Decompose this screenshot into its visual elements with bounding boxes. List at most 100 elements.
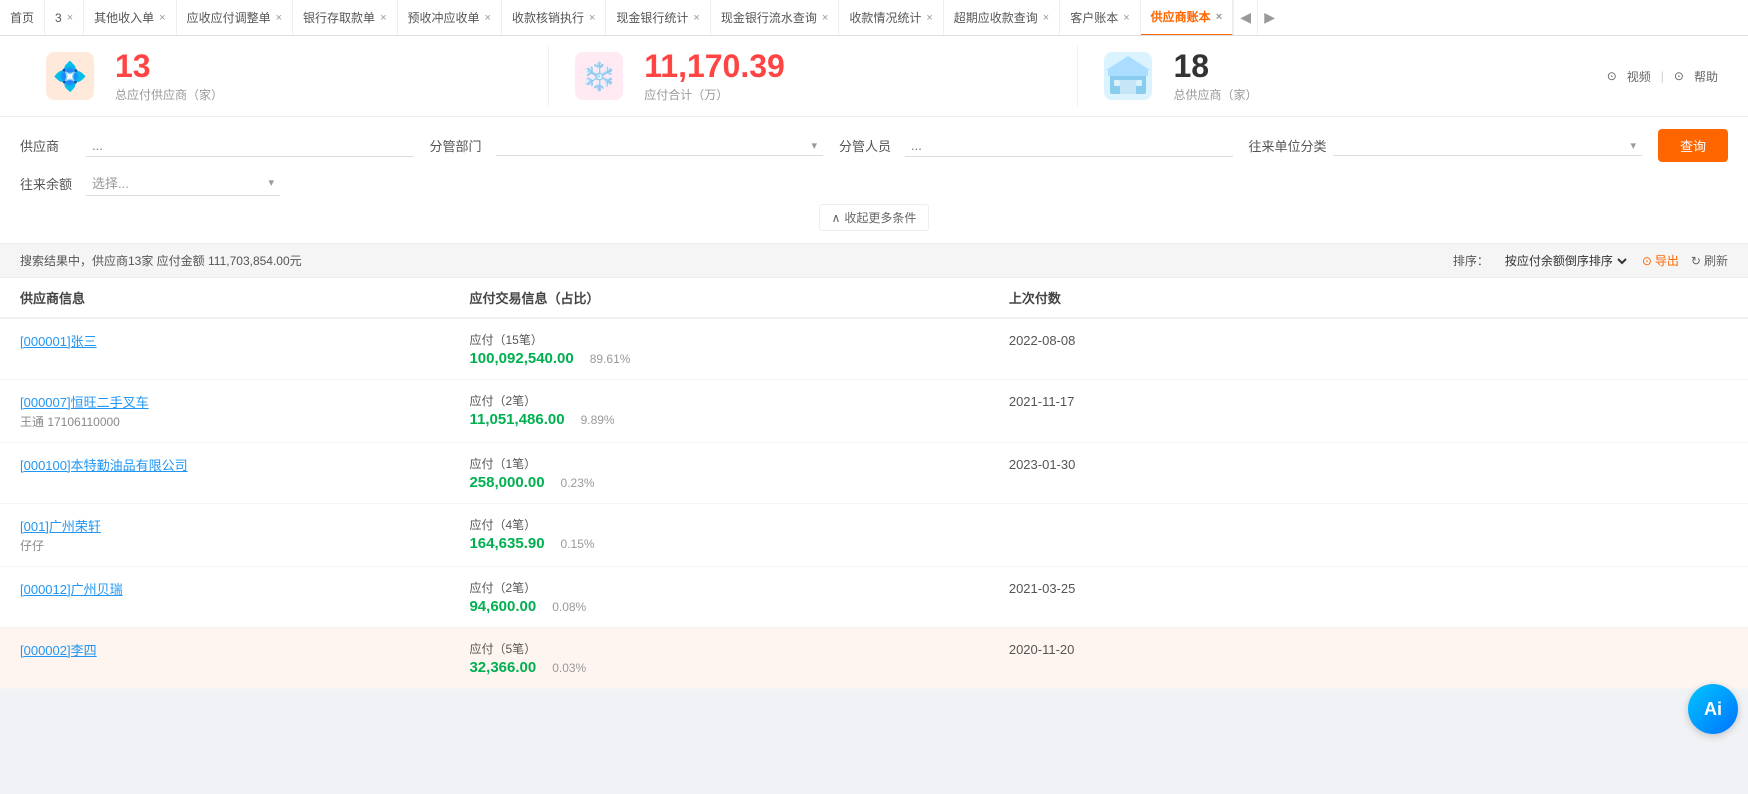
- nav-tab-ar-adjust[interactable]: 应收应付调整单 ×: [177, 0, 293, 36]
- chevron-down-icon: ▾: [1630, 139, 1636, 152]
- header-transaction: 应付交易信息（占比）: [469, 288, 1008, 307]
- nav-tab-3[interactable]: 3 ×: [45, 0, 84, 36]
- stat-block-suppliers-payable: 💠 13 总应付供应商（家）: [20, 46, 548, 106]
- tx-amount-2[interactable]: 258,000.00: [469, 474, 544, 491]
- nav-tab-cash-bank-flow[interactable]: 现金银行流水查询 ×: [711, 0, 839, 36]
- tx-row-3: 164,635.90 0.15%: [469, 533, 1008, 552]
- stat-all-count: 18: [1173, 49, 1257, 84]
- tx-label-5: 应付（5笔）: [469, 640, 1008, 657]
- close-icon[interactable]: ×: [1123, 12, 1129, 24]
- close-icon[interactable]: ×: [1216, 11, 1222, 23]
- nav-tab-prepay[interactable]: 预收冲应收单 ×: [398, 0, 502, 36]
- balance-label: 往来余额: [20, 174, 80, 193]
- refresh-button[interactable]: ↻ 刷新: [1691, 252, 1728, 269]
- tx-row-5: 32,366.00 0.03%: [469, 657, 1008, 676]
- tx-percent-2: 0.23%: [561, 476, 595, 490]
- tx-amount-4[interactable]: 94,600.00: [469, 598, 536, 615]
- supplier-sub-1: 王通 17106110000: [20, 413, 469, 430]
- video-link[interactable]: 视频: [1627, 68, 1651, 85]
- table-row: [000100]本特勤油品有限公司 应付（1笔） 258,000.00 0.23…: [0, 443, 1748, 504]
- table-header: 供应商信息 应付交易信息（占比） 上次付数: [0, 278, 1748, 319]
- tx-amount-3[interactable]: 164,635.90: [469, 535, 544, 552]
- nav-right-arrow[interactable]: ▶: [1257, 0, 1281, 36]
- cell-supplier-2: [000100]本特勤油品有限公司: [20, 455, 469, 474]
- nav-tab-customer-ledger[interactable]: 客户账本 ×: [1060, 0, 1140, 36]
- sort-label: 排序：: [1453, 252, 1489, 269]
- close-icon[interactable]: ×: [67, 12, 73, 24]
- tx-amount-0[interactable]: 100,092,540.00: [469, 350, 573, 367]
- supplier-sub-3: 仔仔: [20, 537, 469, 554]
- nav-tab-other-income[interactable]: 其他收入单 ×: [84, 0, 176, 36]
- table-row: [000012]广州贝瑞 应付（2笔） 94,600.00 0.08% 2021…: [0, 567, 1748, 628]
- ai-button[interactable]: Ai: [1688, 684, 1738, 734]
- svg-text:💠: 💠: [53, 60, 88, 93]
- tx-row-2: 258,000.00 0.23%: [469, 472, 1008, 491]
- supplier-link-3[interactable]: [001]广州荣轩: [20, 519, 101, 534]
- all-supplier-icon: [1098, 46, 1158, 106]
- tx-percent-0: 89.61%: [590, 352, 631, 366]
- nav-tab-supplier-ledger[interactable]: 供应商账本 ×: [1141, 0, 1233, 36]
- dept-label: 分管部门: [430, 136, 490, 155]
- nav-customer-ledger-label: 客户账本: [1070, 9, 1118, 26]
- nav-tab-bank-deposit[interactable]: 银行存取款单 ×: [293, 0, 397, 36]
- tx-label-1: 应付（2笔）: [469, 392, 1008, 409]
- supplier-link-1[interactable]: [000007]恒旺二手叉车: [20, 395, 149, 410]
- tx-label-3: 应付（4笔）: [469, 516, 1008, 533]
- nav-tab-overdue-ar[interactable]: 超期应收款查询 ×: [944, 0, 1060, 36]
- query-button[interactable]: 查询: [1658, 129, 1728, 162]
- top-nav: 首页 3 × 其他收入单 × 应收应付调整单 × 银行存取款单 × 预收冲应收单…: [0, 0, 1748, 36]
- nav-collection-stat-label: 收款情况统计: [849, 9, 921, 26]
- help-link[interactable]: 帮助: [1694, 68, 1718, 85]
- close-icon[interactable]: ×: [276, 12, 282, 24]
- close-icon[interactable]: ×: [693, 12, 699, 24]
- payable-supplier-icon: 💠: [40, 46, 100, 106]
- nav-tab-home[interactable]: 首页: [0, 0, 45, 36]
- collapse-label: 收起更多条件: [844, 209, 916, 226]
- cell-supplier-1: [000007]恒旺二手叉车 王通 17106110000: [20, 392, 469, 430]
- refresh-label: 刷新: [1704, 252, 1728, 269]
- tx-amount-5[interactable]: 32,366.00: [469, 659, 536, 676]
- stat-payable-count: 13: [115, 49, 223, 84]
- stat-info-payable: 13 总应付供应商（家）: [115, 49, 223, 103]
- cell-transaction-2: 应付（1笔） 258,000.00 0.23%: [469, 455, 1008, 491]
- balance-select[interactable]: 选择... ▾: [86, 170, 280, 196]
- cell-lastpay-3: [1009, 516, 1369, 518]
- close-icon[interactable]: ×: [589, 12, 595, 24]
- cell-supplier-0: [000001]张三: [20, 331, 469, 350]
- nav-tab-cash-bank-stat[interactable]: 现金银行统计 ×: [606, 0, 710, 36]
- tx-amount-1[interactable]: 11,051,486.00: [469, 411, 564, 428]
- supplier-link-0[interactable]: [000001]张三: [20, 334, 97, 349]
- table-row: [000002]李四 应付（5笔） 32,366.00 0.03% 2020-1…: [0, 628, 1748, 689]
- tx-percent-3: 0.15%: [561, 537, 595, 551]
- supplier-link-2[interactable]: [000100]本特勤油品有限公司: [20, 458, 188, 473]
- close-icon[interactable]: ×: [926, 12, 932, 24]
- person-input[interactable]: [905, 135, 1233, 157]
- stat-all-label: 总供应商（家）: [1173, 86, 1257, 103]
- close-icon[interactable]: ×: [380, 12, 386, 24]
- sort-select[interactable]: 按应付余额倒序排序: [1501, 253, 1630, 269]
- supplier-input[interactable]: [86, 135, 414, 157]
- dept-select[interactable]: ▾: [496, 136, 824, 156]
- collapse-button[interactable]: ∧ 收起更多条件: [819, 204, 930, 231]
- nav-tab-collection-stat[interactable]: 收款情况统计 ×: [839, 0, 943, 36]
- close-icon[interactable]: ×: [159, 12, 165, 24]
- filter-category: 往来单位分类 ▾: [1249, 136, 1643, 156]
- table-row: [001]广州荣轩 仔仔 应付（4笔） 164,635.90 0.15%: [0, 504, 1748, 567]
- nav-cash-bank-flow-label: 现金银行流水查询: [721, 9, 817, 26]
- supplier-link-5[interactable]: [000002]李四: [20, 643, 97, 658]
- supplier-link-4[interactable]: [000012]广州贝瑞: [20, 582, 123, 597]
- stat-info-all-suppliers: 18 总供应商（家）: [1173, 49, 1257, 103]
- payable-total-icon: ❄️: [569, 46, 629, 106]
- tx-row-0: 100,092,540.00 89.61%: [469, 348, 1008, 367]
- category-select[interactable]: ▾: [1333, 136, 1642, 156]
- nav-tab-collect-exec[interactable]: 收款核销执行 ×: [502, 0, 606, 36]
- nav-left-arrow[interactable]: ◀: [1233, 0, 1257, 36]
- cell-supplier-4: [000012]广州贝瑞: [20, 579, 469, 598]
- export-button[interactable]: ⊙ 导出: [1642, 252, 1679, 269]
- nav-ar-adjust-label: 应收应付调整单: [187, 9, 271, 26]
- svg-text:❄️: ❄️: [582, 60, 617, 93]
- close-icon[interactable]: ×: [485, 12, 491, 24]
- close-icon[interactable]: ×: [822, 12, 828, 24]
- close-icon[interactable]: ×: [1043, 12, 1049, 24]
- tx-row-1: 11,051,486.00 9.89%: [469, 409, 1008, 428]
